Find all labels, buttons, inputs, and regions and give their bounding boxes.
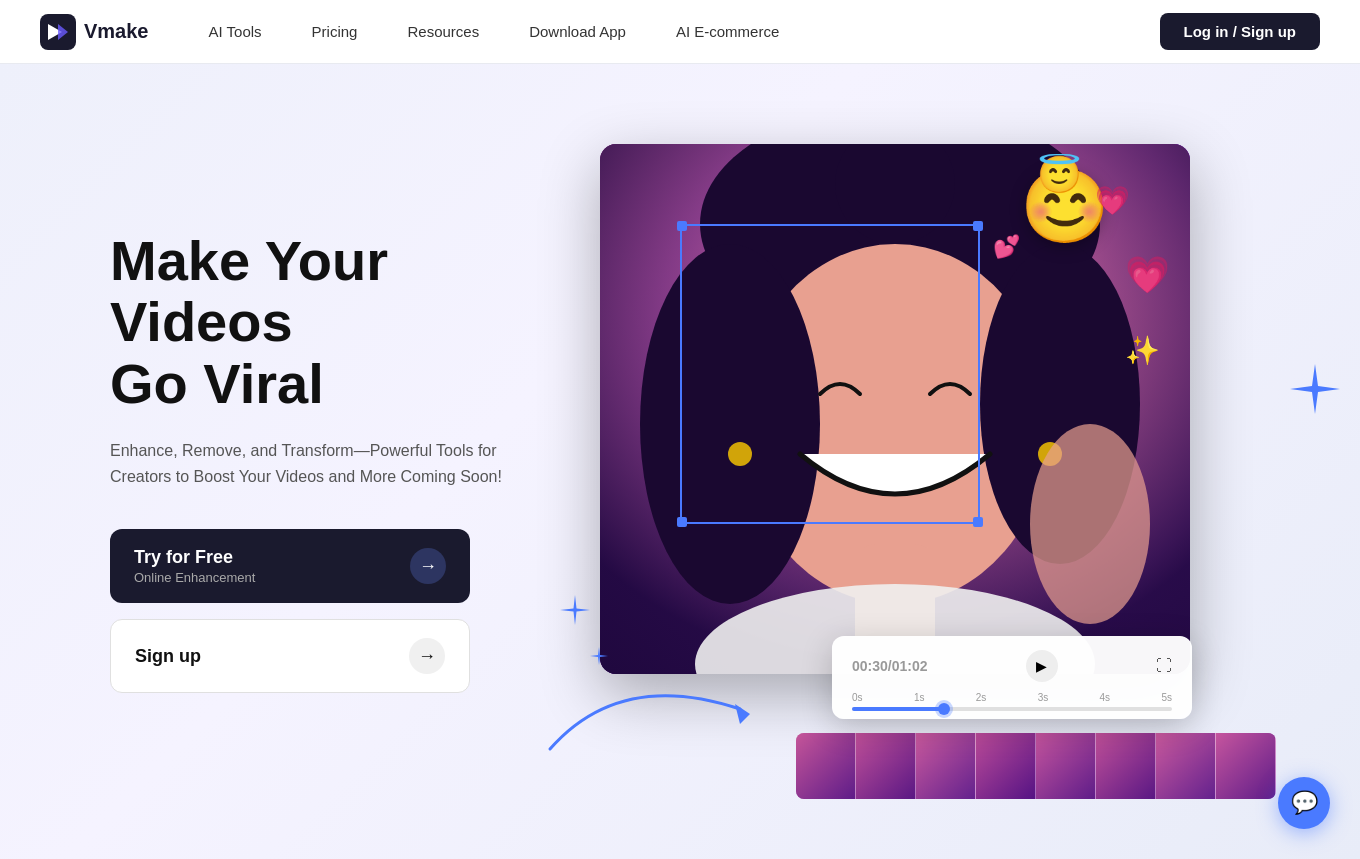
logo-text: Vmake (84, 20, 149, 43)
video-player-bar: 00:30/01:02 ▶ ⛶ 0s 1s 2s 3s 4s 5s (832, 636, 1192, 719)
hero-right: 😊 😇 💗 💗 💕 ✨ HD ✦ 👤 (520, 64, 1360, 859)
nav-resources[interactable]: Resources (407, 23, 479, 40)
halo-ring-decoration: 😇 (1037, 154, 1082, 196)
nav-links: AI Tools Pricing Resources Download App … (209, 23, 1160, 40)
logo-link[interactable]: Vmake (40, 14, 149, 50)
chat-bubble-icon: 💬 (1291, 790, 1318, 816)
cta-buttons: Try for Free Online Enhancement → Sign u… (110, 529, 470, 693)
film-frame-5 (1036, 733, 1096, 799)
cta-primary-arrow-icon: → (410, 548, 446, 584)
filmstrip (796, 733, 1276, 799)
svg-marker-14 (735, 704, 750, 724)
film-frame-1 (796, 733, 856, 799)
svg-point-7 (640, 244, 820, 604)
heart-emoji-1: 💗 (1095, 184, 1130, 217)
player-controls: 00:30/01:02 ▶ ⛶ (852, 650, 1172, 682)
player-time: 00:30/01:02 (852, 658, 928, 674)
blue-star-decoration (1290, 364, 1340, 418)
nav-pricing[interactable]: Pricing (312, 23, 358, 40)
svg-point-10 (728, 442, 752, 466)
nav-ai-ecommerce[interactable]: AI E-commerce (676, 23, 779, 40)
swoosh-decoration (540, 649, 760, 769)
hero-section: Make Your Videos Go Viral Enhance, Remov… (0, 64, 1360, 859)
try-for-free-button[interactable]: Try for Free Online Enhancement → (110, 529, 470, 603)
heart-emoji-2: 💗 (1125, 254, 1170, 296)
navbar: Vmake AI Tools Pricing Resources Downloa… (0, 0, 1360, 64)
hero-title: Make Your Videos Go Viral (110, 230, 520, 415)
sparkle-emoji: ✨ (1125, 334, 1160, 367)
hero-subtitle: Enhance, Remove, and Transform—Powerful … (110, 438, 510, 489)
login-signup-button[interactable]: Log in / Sign up (1160, 13, 1320, 50)
svg-point-13 (1030, 424, 1150, 624)
hero-left: Make Your Videos Go Viral Enhance, Remov… (0, 230, 520, 694)
sparkle-decoration-1 (560, 595, 590, 629)
play-button[interactable]: ▶ (1026, 650, 1058, 682)
film-frame-8 (1216, 733, 1276, 799)
cta-primary-main-label: Try for Free (134, 547, 255, 568)
chat-button[interactable]: 💬 (1278, 777, 1330, 829)
vmake-logo-icon (40, 14, 76, 50)
video-preview-card: 😊 😇 💗 💗 💕 ✨ HD ✦ 👤 (600, 144, 1190, 674)
timeline-labels: 0s 1s 2s 3s 4s 5s (852, 692, 1172, 703)
film-frame-2 (856, 733, 916, 799)
heart-emoji-3: 💕 (993, 234, 1020, 260)
cta-secondary-arrow-icon: → (409, 638, 445, 674)
cta-primary-sub-label: Online Enhancement (134, 570, 255, 585)
timeline-thumb[interactable] (938, 703, 950, 715)
video-background: 😊 😇 💗 💗 💕 ✨ (600, 144, 1190, 674)
timeline-track[interactable]: 0s 1s 2s 3s 4s 5s (852, 692, 1172, 711)
film-frame-6 (1096, 733, 1156, 799)
timeline-progress (852, 707, 942, 711)
nav-right: Log in / Sign up (1160, 13, 1320, 50)
timeline-bar (852, 707, 1172, 711)
nav-download-app[interactable]: Download App (529, 23, 626, 40)
fullscreen-button[interactable]: ⛶ (1156, 657, 1172, 675)
film-frame-3 (916, 733, 976, 799)
film-frame-4 (976, 733, 1036, 799)
cta-primary-text: Try for Free Online Enhancement (134, 547, 255, 585)
nav-ai-tools[interactable]: AI Tools (209, 23, 262, 40)
film-frame-7 (1156, 733, 1216, 799)
signup-button[interactable]: Sign up → (110, 619, 470, 693)
